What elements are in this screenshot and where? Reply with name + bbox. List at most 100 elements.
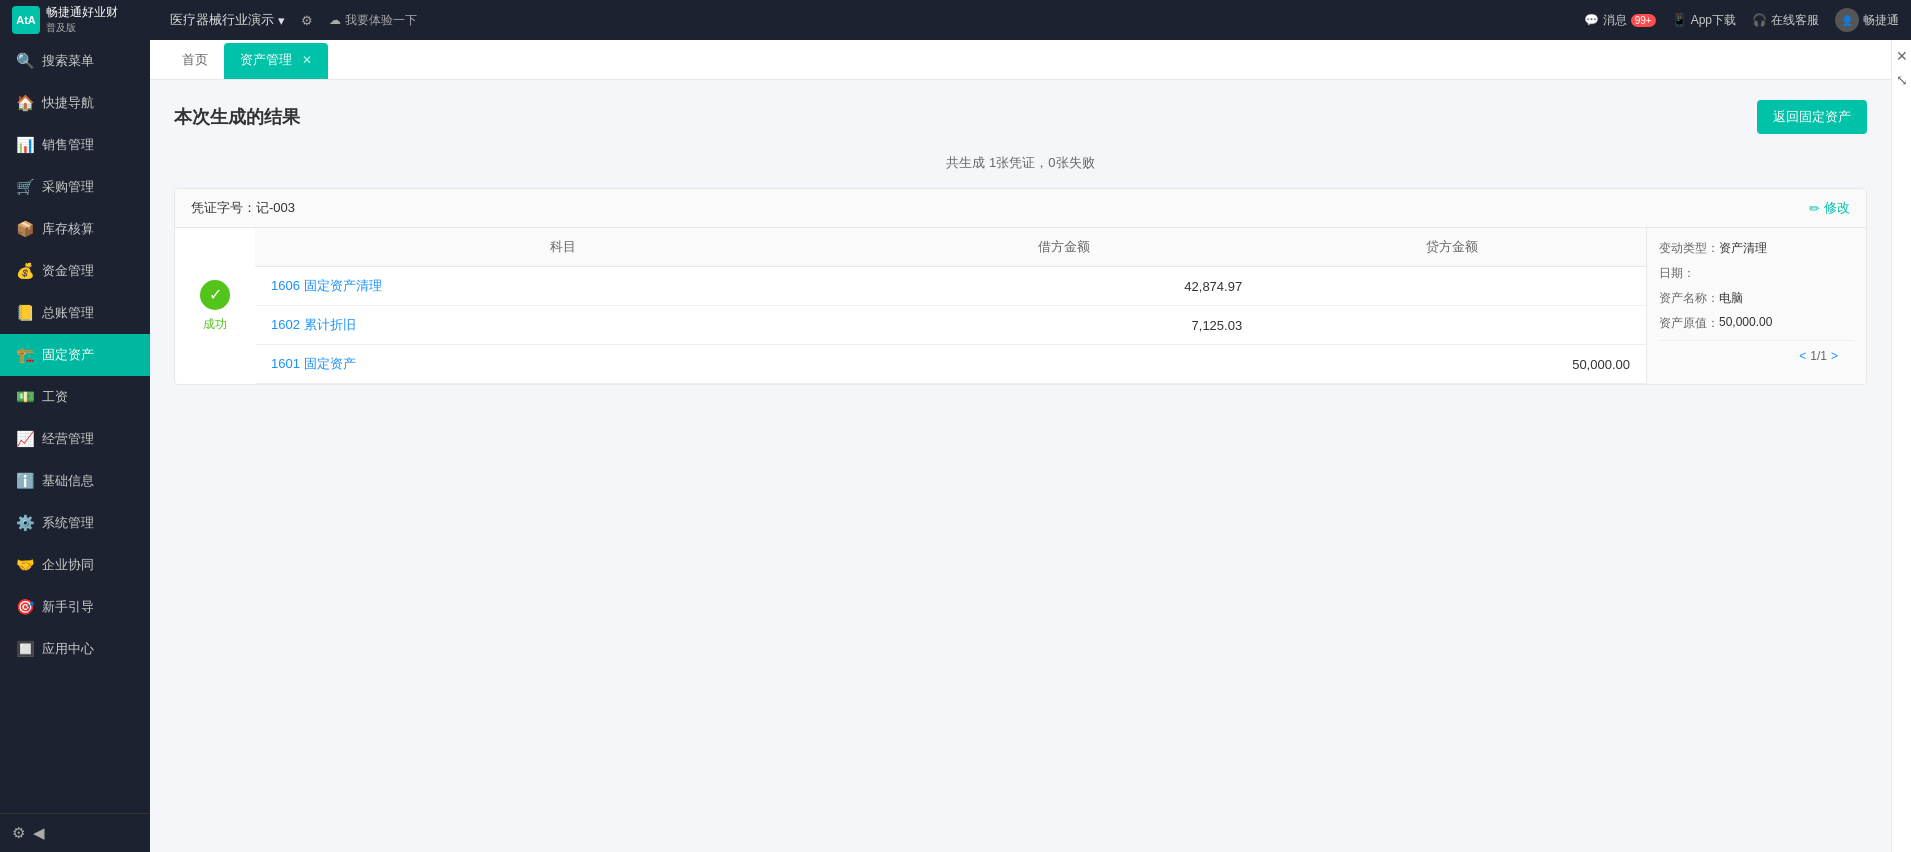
right-panel: ✕ ⤡ — [1891, 40, 1911, 852]
content-area: 首页 资产管理 ✕ 本次生成的结果 返回固定资产 共生成 1张凭证，0张失败 凭… — [150, 40, 1891, 852]
message-icon: 💬 — [1584, 13, 1599, 27]
money-icon: 💰 — [16, 262, 34, 280]
messages-badge: 99+ — [1631, 14, 1656, 27]
logo-sub: 普及版 — [46, 21, 118, 35]
download-icon: 📱 — [1672, 13, 1687, 27]
next-page-button[interactable]: > — [1827, 349, 1842, 363]
dropdown-icon: ▾ — [278, 13, 285, 28]
sidebar-item-system[interactable]: ⚙️ 系统管理 — [0, 502, 150, 544]
return-button[interactable]: 返回固定资产 — [1757, 100, 1867, 134]
sidebar-item-label: 新手引导 — [42, 598, 94, 616]
col-subject: 科目 — [255, 228, 870, 267]
prev-page-button[interactable]: < — [1795, 349, 1810, 363]
sidebar-item-inventory[interactable]: 📦 库存核算 — [0, 208, 150, 250]
asset-value-row: 资产原值： 50,000.00 — [1659, 315, 1854, 332]
sidebar: 🔍 搜索菜单 🏠 快捷导航 📊 销售管理 🛒 采购管理 📦 库存核算 💰 — [0, 40, 150, 852]
search-icon: 🔍 — [16, 52, 34, 70]
sidebar-item-salary[interactable]: 💵 工资 — [0, 376, 150, 418]
panel-expand-button[interactable]: ⤡ — [1896, 72, 1908, 88]
sidebar-item-basic-info[interactable]: ℹ️ 基础信息 — [0, 460, 150, 502]
sidebar-settings-button[interactable]: ⚙ — [12, 824, 25, 842]
handshake-icon: 🤝 — [16, 556, 34, 574]
tab-asset-label: 资产管理 — [240, 52, 292, 67]
sidebar-collapse-button[interactable]: ◀ — [33, 824, 45, 842]
sidebar-item-label: 经营管理 — [42, 430, 94, 448]
edit-icon: ✏ — [1809, 201, 1820, 216]
sidebar-item-operations[interactable]: 📈 经营管理 — [0, 418, 150, 460]
trend-icon: 📈 — [16, 430, 34, 448]
user-area[interactable]: 👤 畅捷通 — [1835, 8, 1899, 32]
table-row: 1602 累计折旧 7,125.03 — [255, 306, 1646, 345]
sidebar-item-enterprise[interactable]: 🤝 企业协同 — [0, 544, 150, 586]
sidebar-item-ledger[interactable]: 📒 总账管理 — [0, 292, 150, 334]
sidebar-item-quick-nav[interactable]: 🏠 快捷导航 — [0, 82, 150, 124]
sidebar-item-label: 采购管理 — [42, 178, 94, 196]
row2-credit — [1258, 306, 1646, 345]
cart-icon: 🛒 — [16, 178, 34, 196]
tab-bar: 首页 资产管理 ✕ — [150, 40, 1891, 80]
top-header: AtA 畅捷通好业财 普及版 医疗器械行业演示 ▾ ⚙ ☁ 我要体验一下 💬 消… — [0, 0, 1911, 40]
date-label: 日期： — [1659, 265, 1719, 282]
sidebar-item-sales[interactable]: 📊 销售管理 — [0, 124, 150, 166]
row3-subject: 1601 固定资产 — [255, 345, 870, 384]
edit-label: 修改 — [1824, 199, 1850, 217]
sidebar-item-label: 企业协同 — [42, 556, 94, 574]
online-service-button[interactable]: 🎧 在线客服 — [1752, 12, 1819, 29]
sidebar-item-label: 应用中心 — [42, 640, 94, 658]
sidebar-item-search[interactable]: 🔍 搜索菜单 — [0, 40, 150, 82]
edit-button[interactable]: ✏ 修改 — [1809, 199, 1850, 217]
asset-name-label: 资产名称： — [1659, 290, 1719, 307]
side-info-panel: 变动类型： 资产清理 日期： 资产名称： 电脑 资产原值： — [1646, 228, 1866, 384]
tab-home[interactable]: 首页 — [166, 43, 224, 79]
service-icon: 🎧 — [1752, 13, 1767, 27]
entries-table: 科目 借方金额 贷方金额 1606 固定资产清理 42,874.97 — [255, 228, 1646, 384]
page-indicator: 1/1 — [1810, 349, 1827, 363]
app-download-button[interactable]: 📱 App下载 — [1672, 12, 1736, 29]
tab-asset-management[interactable]: 资产管理 ✕ — [224, 43, 328, 79]
messages-button[interactable]: 💬 消息 99+ — [1584, 12, 1656, 29]
username: 畅捷通 — [1863, 12, 1899, 29]
voucher-header: 凭证字号：记-003 ✏ 修改 — [175, 189, 1866, 228]
box-icon: 📦 — [16, 220, 34, 238]
settings-gear-button[interactable]: ⚙ — [293, 6, 321, 34]
sidebar-item-guide[interactable]: 🎯 新手引导 — [0, 586, 150, 628]
asset-name-value: 电脑 — [1719, 290, 1743, 307]
row2-debit: 7,125.03 — [870, 306, 1258, 345]
cloud-icon: ☁ — [329, 13, 341, 27]
tab-home-label: 首页 — [182, 52, 208, 67]
tab-close-icon[interactable]: ✕ — [302, 53, 312, 67]
panel-close-button[interactable]: ✕ — [1896, 48, 1908, 64]
sidebar-item-fixed-assets[interactable]: 🏗️ 固定资产 — [0, 334, 150, 376]
sidebar-item-purchase[interactable]: 🛒 采购管理 — [0, 166, 150, 208]
experience-button[interactable]: ☁ 我要体验一下 — [321, 8, 425, 33]
sidebar-scroll: 🔍 搜索菜单 🏠 快捷导航 📊 销售管理 🛒 采购管理 📦 库存核算 💰 — [0, 40, 150, 813]
asset-name-row: 资产名称： 电脑 — [1659, 290, 1854, 307]
sidebar-item-label: 资金管理 — [42, 262, 94, 280]
col-debit: 借方金额 — [870, 228, 1258, 267]
page-content: 本次生成的结果 返回固定资产 共生成 1张凭证，0张失败 凭证字号：记-003 … — [150, 80, 1891, 852]
page-header: 本次生成的结果 返回固定资产 — [174, 100, 1867, 134]
voucher-number: 凭证字号：记-003 — [191, 199, 295, 217]
voucher-table: 科目 借方金额 贷方金额 1606 固定资产清理 42,874.97 — [255, 228, 1646, 384]
salary-icon: 💵 — [16, 388, 34, 406]
sidebar-item-label: 系统管理 — [42, 514, 94, 532]
sidebar-item-label: 基础信息 — [42, 472, 94, 490]
sidebar-item-finance[interactable]: 💰 资金管理 — [0, 250, 150, 292]
row3-debit — [870, 345, 1258, 384]
asset-value-value: 50,000.00 — [1719, 315, 1772, 332]
header-right: 💬 消息 99+ 📱 App下载 🎧 在线客服 👤 畅捷通 — [1584, 8, 1899, 32]
change-type-row: 变动类型： 资产清理 — [1659, 240, 1854, 257]
experience-label: 我要体验一下 — [345, 12, 417, 29]
company-selector[interactable]: 医疗器械行业演示 ▾ — [162, 7, 293, 33]
sidebar-item-app-center[interactable]: 🔲 应用中心 — [0, 628, 150, 670]
page-title: 本次生成的结果 — [174, 105, 300, 129]
row1-credit — [1258, 267, 1646, 306]
row1-subject: 1606 固定资产清理 — [255, 267, 870, 306]
home-icon: 🏠 — [16, 94, 34, 112]
gear-icon: ⚙ — [301, 13, 313, 28]
target-icon: 🎯 — [16, 598, 34, 616]
avatar: 👤 — [1835, 8, 1859, 32]
sidebar-bottom: ⚙ ◀ — [0, 813, 150, 852]
asset-value-label: 资产原值： — [1659, 315, 1719, 332]
voucher-body: ✓ 成功 科目 借方金额 贷方金额 — [175, 228, 1866, 384]
